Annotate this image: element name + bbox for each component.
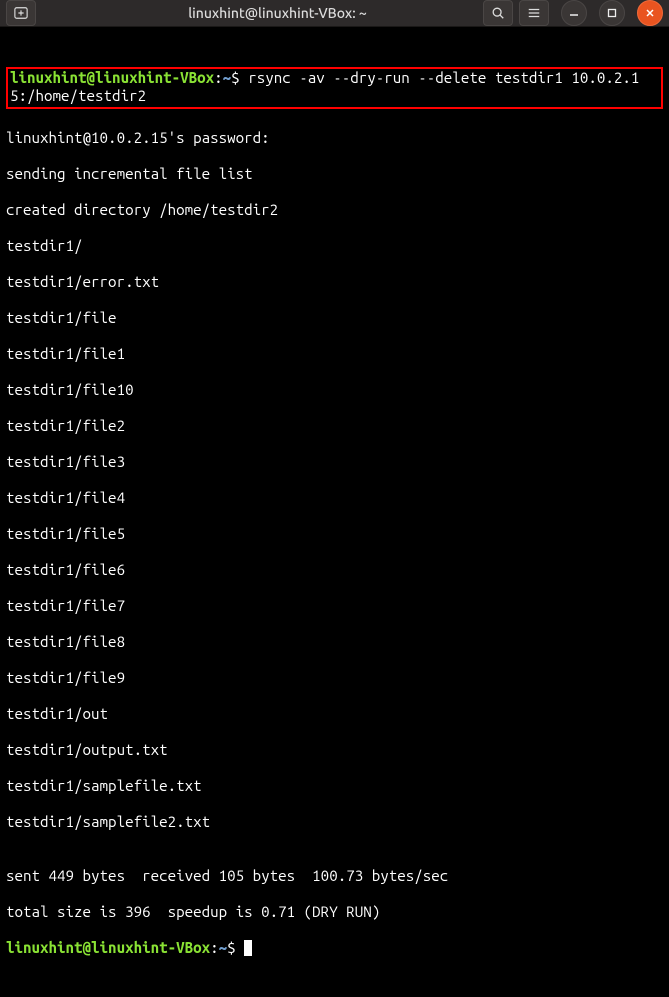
terminal-window: linuxhint@linuxhint-VBox: ~ linuxhint@li… <box>0 0 669 539</box>
output-line: testdir1/ <box>6 237 663 255</box>
maximize-button[interactable] <box>599 0 625 26</box>
command-highlight-box: linuxhint@linuxhint-VBox:~$ rsync -av --… <box>6 67 663 109</box>
output-line: testdir1/file5 <box>6 525 663 543</box>
new-tab-button[interactable] <box>6 0 36 26</box>
close-button[interactable] <box>637 0 663 26</box>
minimize-button[interactable] <box>561 0 587 26</box>
output-line: testdir1/file10 <box>6 381 663 399</box>
output-line: testdir1/file4 <box>6 489 663 507</box>
search-button[interactable] <box>483 0 513 26</box>
cursor <box>244 940 252 956</box>
prompt-symbol: $ <box>227 939 236 956</box>
tab-plus-icon <box>14 6 28 20</box>
output-line: testdir1/file8 <box>6 633 663 651</box>
output-line: testdir1/file7 <box>6 597 663 615</box>
prompt-symbol: $ <box>231 69 240 86</box>
window-title: linuxhint@linuxhint-VBox: ~ <box>78 5 477 21</box>
output-line: testdir1/file3 <box>6 453 663 471</box>
output-line: testdir1/error.txt <box>6 273 663 291</box>
terminal-body[interactable]: linuxhint@linuxhint-VBox:~$ rsync -av --… <box>0 27 669 997</box>
output-line: sent 449 bytes received 105 bytes 100.73… <box>6 867 663 885</box>
prompt-path: ~ <box>219 939 228 956</box>
prompt-path: ~ <box>223 69 232 86</box>
output-line: testdir1/file2 <box>6 417 663 435</box>
prompt-colon: : <box>214 69 223 86</box>
search-icon <box>491 6 505 20</box>
output-line: sending incremental file list <box>6 165 663 183</box>
output-line: testdir1/out <box>6 705 663 723</box>
output-line: testdir1/file <box>6 309 663 327</box>
prompt-line: linuxhint@linuxhint-VBox:~$ <box>6 939 663 957</box>
maximize-icon <box>607 8 617 18</box>
close-icon <box>645 8 655 18</box>
output-line: testdir1/file9 <box>6 669 663 687</box>
output-line: testdir1/samplefile2.txt <box>6 813 663 831</box>
output-line: created directory /home/testdir2 <box>6 201 663 219</box>
output-line: testdir1/file1 <box>6 345 663 363</box>
minimize-icon <box>569 8 579 18</box>
output-line: testdir1/samplefile.txt <box>6 777 663 795</box>
menu-button[interactable] <box>519 0 549 26</box>
titlebar: linuxhint@linuxhint-VBox: ~ <box>0 0 669 27</box>
output-line: total size is 396 speedup is 0.71 (DRY R… <box>6 903 663 921</box>
output-line: testdir1/file6 <box>6 561 663 579</box>
prompt-user-host: linuxhint@linuxhint-VBox <box>6 939 210 956</box>
prompt-user-host: linuxhint@linuxhint-VBox <box>10 69 214 86</box>
output-line: testdir1/output.txt <box>6 741 663 759</box>
output-line: linuxhint@10.0.2.15's password: <box>6 129 663 147</box>
hamburger-icon <box>527 6 541 20</box>
prompt-colon: : <box>210 939 219 956</box>
